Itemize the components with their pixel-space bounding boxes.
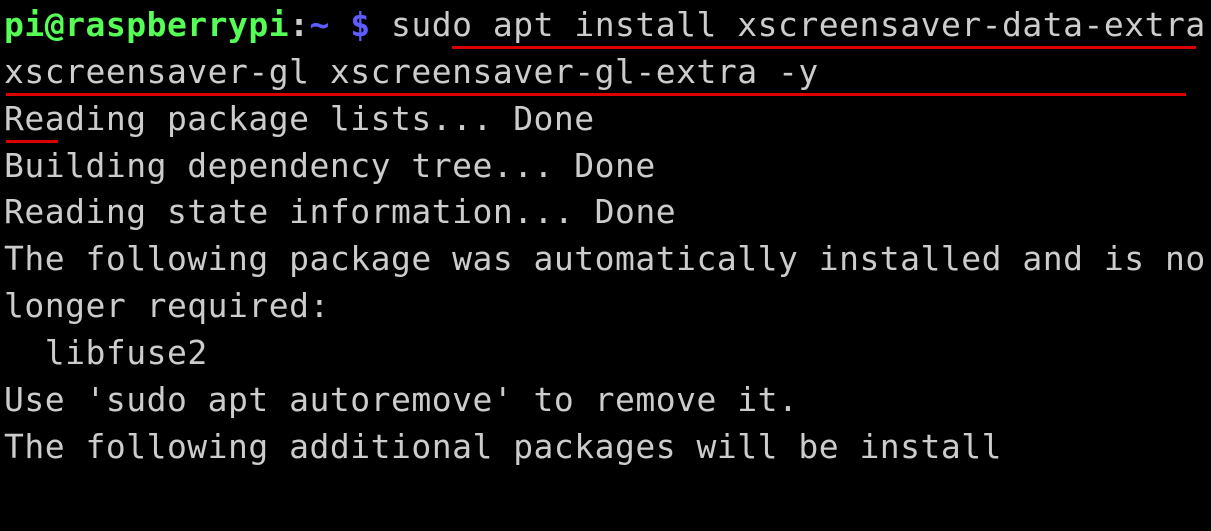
output-line: Use 'sudo apt autoremove' to remove it. [4, 377, 1207, 424]
output-line: libfuse2 [4, 330, 1207, 377]
highlight-underline-3 [6, 140, 58, 143]
highlight-underline-1 [452, 46, 1196, 49]
output-line: Building dependency tree... Done [4, 143, 1207, 190]
terminal[interactable]: pi@raspberrypi:~ $ sudo apt install xscr… [4, 2, 1207, 471]
user-host: pi@raspberrypi [4, 5, 289, 44]
prompt-separator: : [289, 5, 309, 44]
output-line: The following package was automatically … [4, 236, 1207, 330]
output-line: The following additional packages will b… [4, 424, 1207, 471]
output-line: Reading package lists... Done [4, 96, 1207, 143]
prompt-sign: $ [330, 5, 391, 44]
output-line: Reading state information... Done [4, 189, 1207, 236]
highlight-underline-2 [6, 93, 1186, 96]
prompt-path: ~ [310, 5, 330, 44]
